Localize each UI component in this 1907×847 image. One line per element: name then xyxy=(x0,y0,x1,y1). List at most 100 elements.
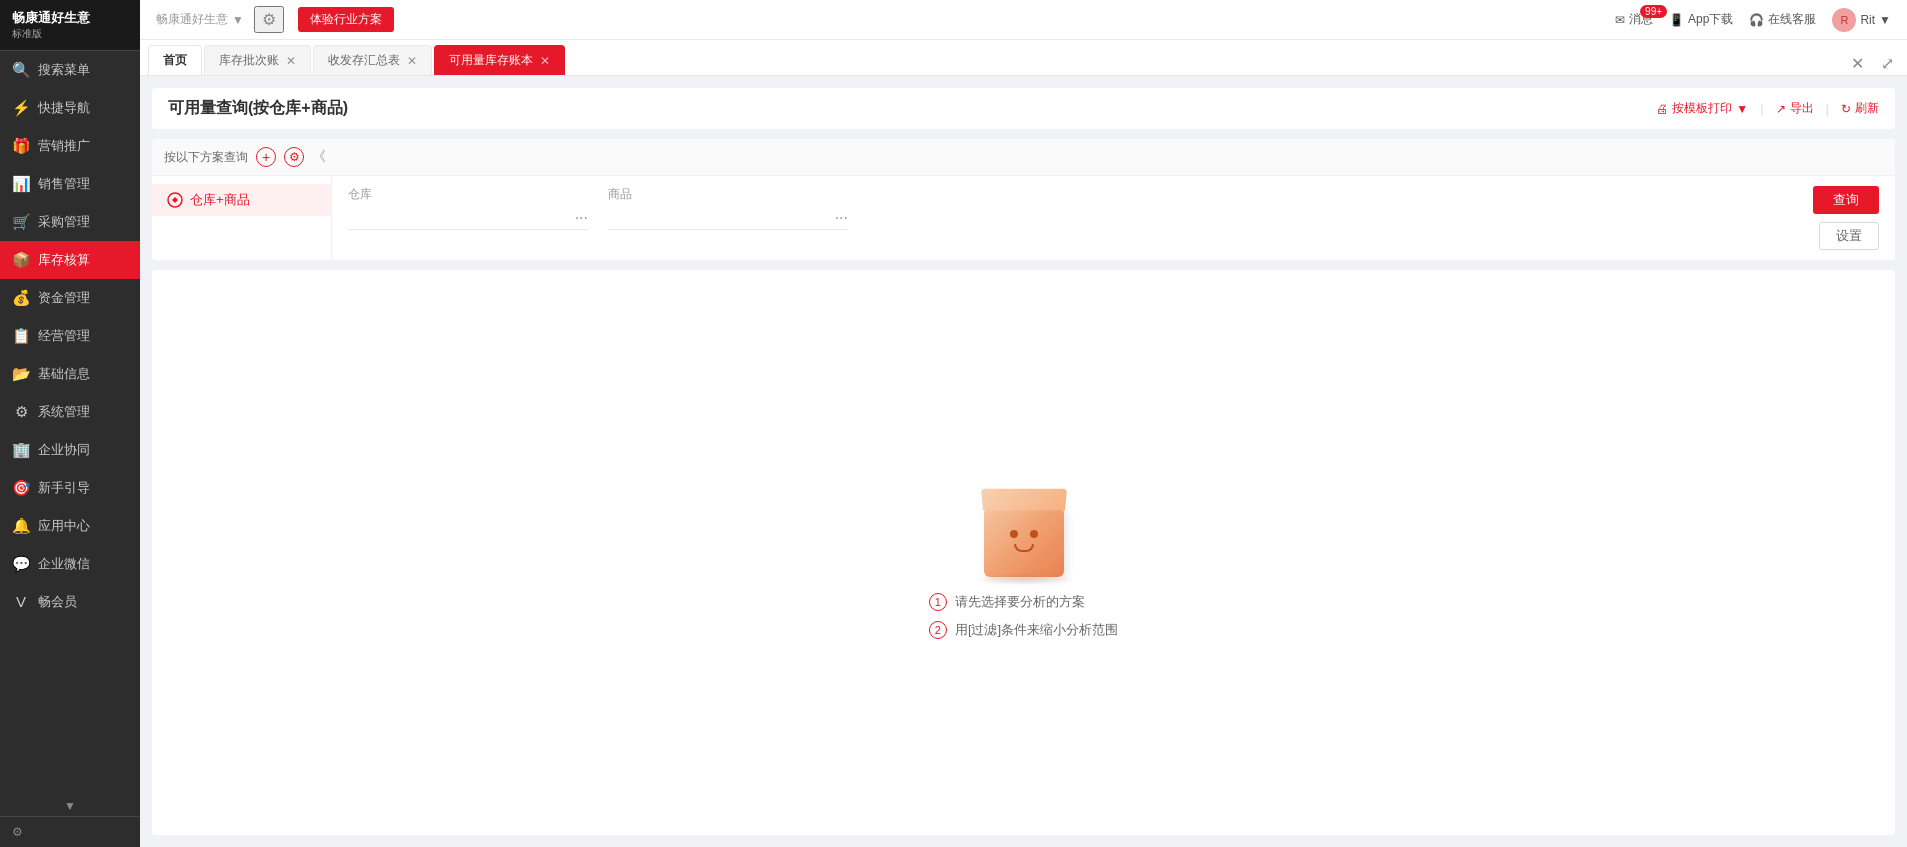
refresh-icon: ↻ xyxy=(1841,102,1851,116)
sidebar-item-ops[interactable]: 📋 经营管理 xyxy=(0,317,140,355)
sidebar-ops-label: 经营管理 xyxy=(38,327,90,345)
sidebar-system-label: 系统管理 xyxy=(38,403,90,421)
topbar: 畅康通好生意 ▼ ⚙ 体验行业方案 ✉ 消息 99+ 📱 App下载 🎧 在线客… xyxy=(140,0,1907,40)
hint-num-1: 1 xyxy=(929,593,947,611)
sidebar-item-system[interactable]: ⚙ 系统管理 xyxy=(0,393,140,431)
finance-icon: 💰 xyxy=(12,289,30,307)
ops-icon: 📋 xyxy=(12,327,30,345)
app-version: 标准版 xyxy=(12,27,128,40)
breadcrumb-sep: ▼ xyxy=(232,13,244,27)
tab-batch-close[interactable]: ✕ xyxy=(286,54,296,68)
tab-batch[interactable]: 库存批次账 ✕ xyxy=(204,45,311,75)
filter-goods-label: 商品 xyxy=(608,186,848,203)
query-header: 按以下方案查询 + ⚙ 《 xyxy=(152,139,1895,176)
goods-input-field[interactable] xyxy=(608,211,829,226)
sidebar-finance-label: 资金管理 xyxy=(38,289,90,307)
sidebar-search-label: 搜索菜单 xyxy=(38,61,90,79)
scheme-label: 仓库+商品 xyxy=(190,191,250,209)
query-collapse-button[interactable]: 《 xyxy=(312,148,326,166)
tab-home[interactable]: 首页 xyxy=(148,45,202,75)
sidebar-item-guide[interactable]: 🎯 新手引导 xyxy=(0,469,140,507)
tab-summary-label: 收发存汇总表 xyxy=(328,52,400,69)
trial-industry-button[interactable]: 体验行业方案 xyxy=(298,7,394,32)
app-download-button[interactable]: 📱 App下载 xyxy=(1669,11,1733,28)
refresh-button[interactable]: ↻ 刷新 xyxy=(1841,100,1879,117)
export-button[interactable]: ↗ 导出 xyxy=(1776,100,1814,117)
tab-summary[interactable]: 收发存汇总表 ✕ xyxy=(313,45,432,75)
message-badge: 99+ xyxy=(1640,5,1667,18)
tabs-close-all-button[interactable]: ✕ xyxy=(1845,51,1869,75)
hint-text-2: 用[过滤]条件来缩小分析范围 xyxy=(955,621,1118,639)
page-header: 可用量查询(按仓库+商品) 🖨 按模板打印 ▼ | ↗ 导出 | ↻ 刷新 xyxy=(152,88,1895,129)
tabs-expand-button[interactable]: ⤢ xyxy=(1875,51,1899,75)
sidebar-item-wechat[interactable]: 💬 企业微信 xyxy=(0,545,140,583)
sidebar-item-purchase[interactable]: 🛒 采购管理 xyxy=(0,203,140,241)
action-divider-2: | xyxy=(1826,101,1829,116)
sidebar-item-marketing[interactable]: 🎁 营销推广 xyxy=(0,127,140,165)
purchase-icon: 🛒 xyxy=(12,213,30,231)
sidebar-item-member[interactable]: V 畅会员 xyxy=(0,583,140,621)
topbar-right: ✉ 消息 99+ 📱 App下载 🎧 在线客服 R Rit ▼ xyxy=(1615,8,1891,32)
page-title: 可用量查询(按仓库+商品) xyxy=(168,98,348,119)
sidebar-item-inventory[interactable]: 📦 库存核算 xyxy=(0,241,140,279)
sidebar-member-label: 畅会员 xyxy=(38,593,77,611)
topbar-gear-button[interactable]: ⚙ xyxy=(254,6,284,33)
user-menu[interactable]: R Rit ▼ xyxy=(1832,8,1891,32)
empty-face xyxy=(999,525,1049,557)
sidebar-nav: 🔍 搜索菜单 ⚡ 快捷导航 🎁 营销推广 📊 销售管理 🛒 采购管理 📦 库存核… xyxy=(0,51,140,796)
filter-goods-input: ··· xyxy=(608,207,848,230)
sidebar-item-finance[interactable]: 💰 资金管理 xyxy=(0,279,140,317)
sidebar-item-corp[interactable]: 🏢 企业协同 xyxy=(0,431,140,469)
warehouse-more-button[interactable]: ··· xyxy=(575,209,588,227)
content-area: 可用量查询(按仓库+商品) 🖨 按模板打印 ▼ | ↗ 导出 | ↻ 刷新 xyxy=(140,76,1907,847)
empty-eyes xyxy=(1010,530,1038,538)
query-body: 仓库+商品 仓库 ··· 商品 xyxy=(152,176,1895,260)
scheme-warehouse-goods[interactable]: 仓库+商品 xyxy=(152,184,331,216)
query-schemes: 仓库+商品 xyxy=(152,176,332,260)
marketing-icon: 🎁 xyxy=(12,137,30,155)
query-add-scheme-button[interactable]: + xyxy=(256,147,276,167)
sidebar-item-apps[interactable]: 🔔 应用中心 xyxy=(0,507,140,545)
breadcrumb-part1: 畅康通好生意 xyxy=(156,11,228,28)
export-icon: ↗ xyxy=(1776,102,1786,116)
search-icon: 🔍 xyxy=(12,61,30,79)
dropdown-icon: ▼ xyxy=(1879,13,1891,27)
sidebar-item-sales[interactable]: 📊 销售管理 xyxy=(0,165,140,203)
tab-summary-close[interactable]: ✕ xyxy=(407,54,417,68)
filter-warehouse: 仓库 ··· xyxy=(348,186,588,230)
online-service-button[interactable]: 🎧 在线客服 xyxy=(1749,11,1816,28)
tab-available[interactable]: 可用量库存账本 ✕ xyxy=(434,45,565,75)
tab-available-close[interactable]: ✕ xyxy=(540,54,550,68)
empty-hints: 1 请先选择要分析的方案 2 用[过滤]条件来缩小分析范围 xyxy=(929,593,1118,639)
sidebar-apps-label: 应用中心 xyxy=(38,517,90,535)
action-divider-1: | xyxy=(1760,101,1763,116)
query-scheme-settings-button[interactable]: ⚙ xyxy=(284,147,304,167)
empty-eye-right xyxy=(1030,530,1038,538)
print-template-button[interactable]: 🖨 按模板打印 ▼ xyxy=(1656,100,1748,117)
guide-icon: 🎯 xyxy=(12,479,30,497)
sidebar-item-basic[interactable]: 📂 基础信息 xyxy=(0,355,140,393)
inventory-icon: 📦 xyxy=(12,251,30,269)
tab-home-label: 首页 xyxy=(163,52,187,69)
query-button[interactable]: 查询 xyxy=(1813,186,1879,214)
tab-available-label: 可用量库存账本 xyxy=(449,52,533,69)
sidebar-scroll-down[interactable]: ▼ xyxy=(0,796,140,816)
message-button[interactable]: ✉ 消息 99+ xyxy=(1615,11,1653,28)
query-header-title: 按以下方案查询 xyxy=(164,149,248,166)
sales-icon: 📊 xyxy=(12,175,30,193)
tab-batch-label: 库存批次账 xyxy=(219,52,279,69)
sidebar-guide-label: 新手引导 xyxy=(38,479,90,497)
query-action-buttons: 查询 设置 xyxy=(1797,176,1895,260)
tabs-right-actions: ✕ ⤢ xyxy=(1845,51,1907,75)
goods-more-button[interactable]: ··· xyxy=(835,209,848,227)
sidebar-sales-label: 销售管理 xyxy=(38,175,90,193)
wechat-icon: 💬 xyxy=(12,555,30,573)
sidebar-item-quicknav[interactable]: ⚡ 快捷导航 xyxy=(0,89,140,127)
settings-button[interactable]: 设置 xyxy=(1819,222,1879,250)
warehouse-input-field[interactable] xyxy=(348,211,569,226)
tab-bar: 首页 库存批次账 ✕ 收发存汇总表 ✕ 可用量库存账本 ✕ ✕ ⤢ xyxy=(140,40,1907,76)
export-label: 导出 xyxy=(1790,100,1814,117)
empty-hint-1: 1 请先选择要分析的方案 xyxy=(929,593,1085,611)
sidebar-item-search[interactable]: 🔍 搜索菜单 xyxy=(0,51,140,89)
print-dropdown-icon: ▼ xyxy=(1736,102,1748,116)
